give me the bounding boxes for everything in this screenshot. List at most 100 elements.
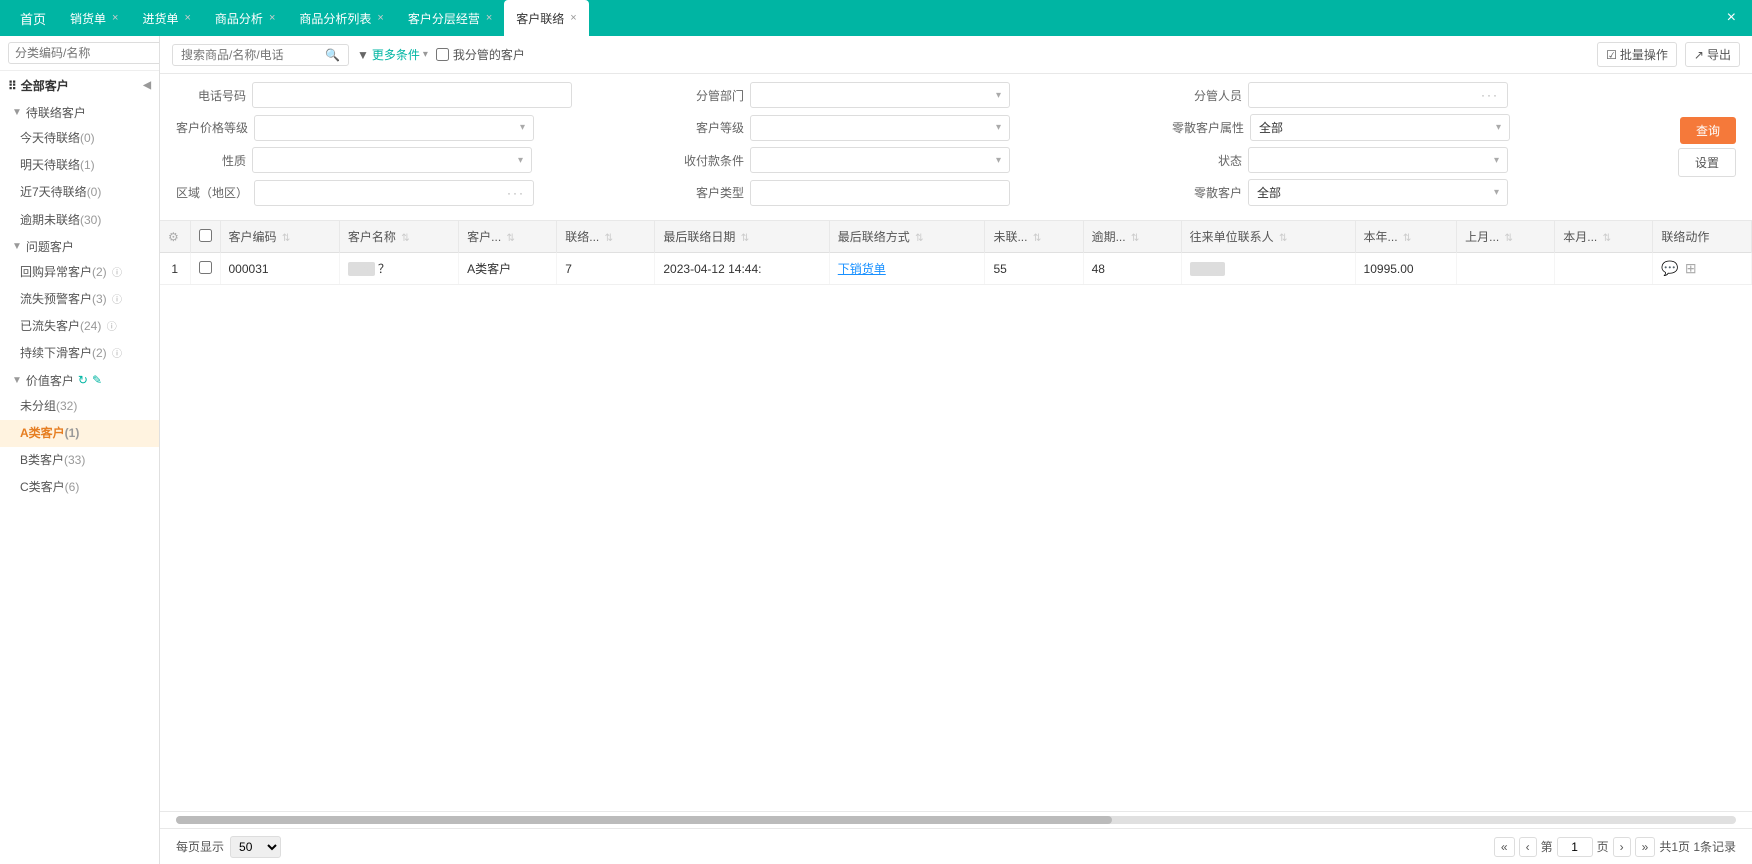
group-value-customers[interactable]: ▼ 价值客户 ↻ ✎: [0, 368, 159, 393]
grid-action-icon[interactable]: ⊞: [1685, 260, 1697, 277]
close-product-analysis-tab[interactable]: ×: [269, 12, 275, 24]
sidebar-item-overdue[interactable]: 逾期未联络(30): [0, 207, 159, 234]
query-button[interactable]: 查询: [1680, 117, 1736, 144]
nav-sales[interactable]: 销货单 ×: [58, 0, 130, 36]
window-close-button[interactable]: ×: [1719, 9, 1744, 27]
export-button[interactable]: ↗ 导出: [1685, 42, 1740, 67]
sidebar-item-churned[interactable]: 已流失客户(24) ⓘ: [0, 313, 159, 340]
filter-control-payment[interactable]: ▾: [750, 147, 1010, 173]
th-contact[interactable]: 联络... ⇅: [557, 221, 655, 253]
close-customer-mgmt-tab[interactable]: ×: [486, 12, 492, 24]
close-purchase-tab[interactable]: ×: [184, 12, 190, 24]
th-no-days[interactable]: 未联... ⇅: [985, 221, 1083, 253]
td-checkbox: [190, 253, 220, 285]
sidebar-item-repurchase-abnormal[interactable]: 回购异常客户(2) ⓘ: [0, 259, 159, 286]
filter-control-status[interactable]: ▾: [1248, 147, 1508, 173]
filter-label-retail-customer: 零散客户: [1172, 184, 1242, 201]
next-page-button[interactable]: ›: [1613, 837, 1631, 857]
th-contacts-person[interactable]: 往来单位联系人 ⇅: [1181, 221, 1355, 253]
filter-cell-retail-customer: 零散客户 全部▾: [1172, 179, 1670, 206]
filter-control-retail-attr[interactable]: 全部▾: [1250, 114, 1510, 141]
sidebar-search-input[interactable]: [8, 42, 160, 64]
nav-product-list[interactable]: 商品分析列表 ×: [287, 0, 395, 36]
first-page-button[interactable]: «: [1494, 837, 1515, 857]
sidebar-item-churn-warning[interactable]: 流失预警客户(3) ⓘ: [0, 286, 159, 313]
filter-cell-nature: 性质 ▾: [176, 147, 674, 173]
sort-icon-no-days: ⇅: [1033, 233, 1041, 244]
filter-control-price-level[interactable]: ▾: [254, 115, 534, 141]
sidebar-item-class-a[interactable]: A类客户(1): [0, 420, 159, 447]
th-code[interactable]: 客户编码 ⇅: [220, 221, 339, 253]
edit-icon[interactable]: ✎: [92, 373, 102, 387]
filter-control-retail-customer[interactable]: 全部▾: [1248, 179, 1508, 206]
th-overdue[interactable]: 逾期... ⇅: [1083, 221, 1181, 253]
th-year-amount[interactable]: 本年... ⇅: [1355, 221, 1457, 253]
close-customer-contact-tab[interactable]: ×: [570, 12, 576, 24]
close-sales-tab[interactable]: ×: [112, 12, 118, 24]
refresh-icon[interactable]: ↻: [78, 373, 88, 387]
filter-search-icon[interactable]: 🔍: [325, 48, 340, 62]
prev-page-button[interactable]: ‹: [1519, 837, 1537, 857]
sidebar-item-class-b[interactable]: B类客户(33): [0, 447, 159, 474]
th-last-date[interactable]: 最后联络日期 ⇅: [655, 221, 829, 253]
filter-control-dept[interactable]: ▾: [750, 82, 1010, 108]
last-page-button[interactable]: »: [1635, 837, 1656, 857]
filter-control-phone[interactable]: [252, 82, 572, 108]
contacts-blurred: RE .: [1190, 262, 1225, 276]
all-customers-header[interactable]: ⠿ 全部客户 ◀: [0, 71, 159, 100]
td-level: A类客户: [459, 253, 557, 285]
filter-cell-region: 区域（地区） ···: [176, 180, 674, 206]
table-header-row: ⚙ 客户编码 ⇅ 客户名称 ⇅: [160, 221, 1752, 253]
select-all-checkbox[interactable]: [199, 229, 212, 242]
th-this-month[interactable]: 本月... ⇅: [1555, 221, 1653, 253]
sort-icon-contacts: ⇅: [1279, 233, 1287, 244]
filter-search-input[interactable]: [181, 48, 321, 62]
th-level[interactable]: 客户... ⇅: [459, 221, 557, 253]
nav-purchase[interactable]: 进货单 ×: [130, 0, 202, 36]
sidebar-item-declining[interactable]: 持续下滑客户(2) ⓘ: [0, 340, 159, 367]
row-checkbox[interactable]: [199, 261, 212, 274]
main-layout: 🔍 ⠿ 全部客户 ◀ ▼ 待联络客户 今天待联络(0) 明天待联络(1) 近7天…: [0, 36, 1752, 864]
arrow-down-clevel: ▾: [996, 122, 1001, 133]
sidebar-item-unclassified[interactable]: 未分组(32): [0, 393, 159, 420]
more-filters-button[interactable]: ▼ 更多条件 ▾: [357, 46, 428, 63]
set-button[interactable]: 设置: [1678, 148, 1736, 177]
sidebar-item-class-c[interactable]: C类客户(6): [0, 474, 159, 501]
filter-label-dept: 分管部门: [674, 87, 744, 104]
filter-search-box: 🔍: [172, 44, 349, 66]
filter-label-nature: 性质: [176, 152, 246, 169]
table-footer: 每页显示 50 100 200 « ‹ 第 页 › » 共1页 1条记录: [160, 828, 1752, 864]
nav-home[interactable]: 首页: [8, 0, 58, 36]
nav-product-analysis[interactable]: 商品分析 ×: [203, 0, 287, 36]
th-last-method[interactable]: 最后联络方式 ⇅: [829, 221, 985, 253]
filter-label-manager: 分管人员: [1172, 87, 1242, 104]
filter-control-manager[interactable]: ···: [1248, 82, 1508, 108]
filter-control-region[interactable]: ···: [254, 180, 534, 206]
th-last-month[interactable]: 上月... ⇅: [1457, 221, 1555, 253]
group-problem-customers[interactable]: ▼ 问题客户: [0, 234, 159, 259]
gear-icon[interactable]: ⚙: [168, 230, 179, 244]
scrollbar-thumb[interactable]: [176, 816, 1112, 824]
my-customers-checkbox[interactable]: [436, 48, 449, 61]
sidebar-item-7days[interactable]: 近7天待联络(0): [0, 179, 159, 206]
sidebar: 🔍 ⠿ 全部客户 ◀ ▼ 待联络客户 今天待联络(0) 明天待联络(1) 近7天…: [0, 36, 160, 864]
filter-control-customer-level[interactable]: ▾: [750, 115, 1010, 141]
per-page-select[interactable]: 50 100 200: [230, 836, 281, 858]
filter-control-nature[interactable]: ▾: [252, 147, 532, 173]
nav-customer-mgmt[interactable]: 客户分层经营 ×: [396, 0, 504, 36]
th-name[interactable]: 客户名称 ⇅: [339, 221, 458, 253]
sort-icon-last-month: ⇅: [1505, 233, 1513, 244]
arrow-down-icon3: ▼: [12, 375, 22, 386]
sidebar-item-tomorrow[interactable]: 明天待联络(1): [0, 152, 159, 179]
close-product-list-tab[interactable]: ×: [377, 12, 383, 24]
page-number-input[interactable]: [1557, 837, 1593, 857]
group-waiting-contact[interactable]: ▼ 待联络客户: [0, 100, 159, 125]
batch-operations-button[interactable]: ☑ 批量操作: [1597, 42, 1677, 67]
filter-cell-manager: 分管人员 ···: [1172, 82, 1670, 108]
filter-cell-dept: 分管部门 ▾: [674, 82, 1172, 108]
chat-action-icon[interactable]: 💬: [1661, 260, 1678, 277]
sidebar-item-today[interactable]: 今天待联络(0): [0, 125, 159, 152]
filter-control-customer-type[interactable]: [750, 180, 1010, 206]
nav-customer-contact[interactable]: 客户联络 ×: [504, 0, 588, 36]
last-method-link[interactable]: 下销货单: [838, 262, 886, 276]
